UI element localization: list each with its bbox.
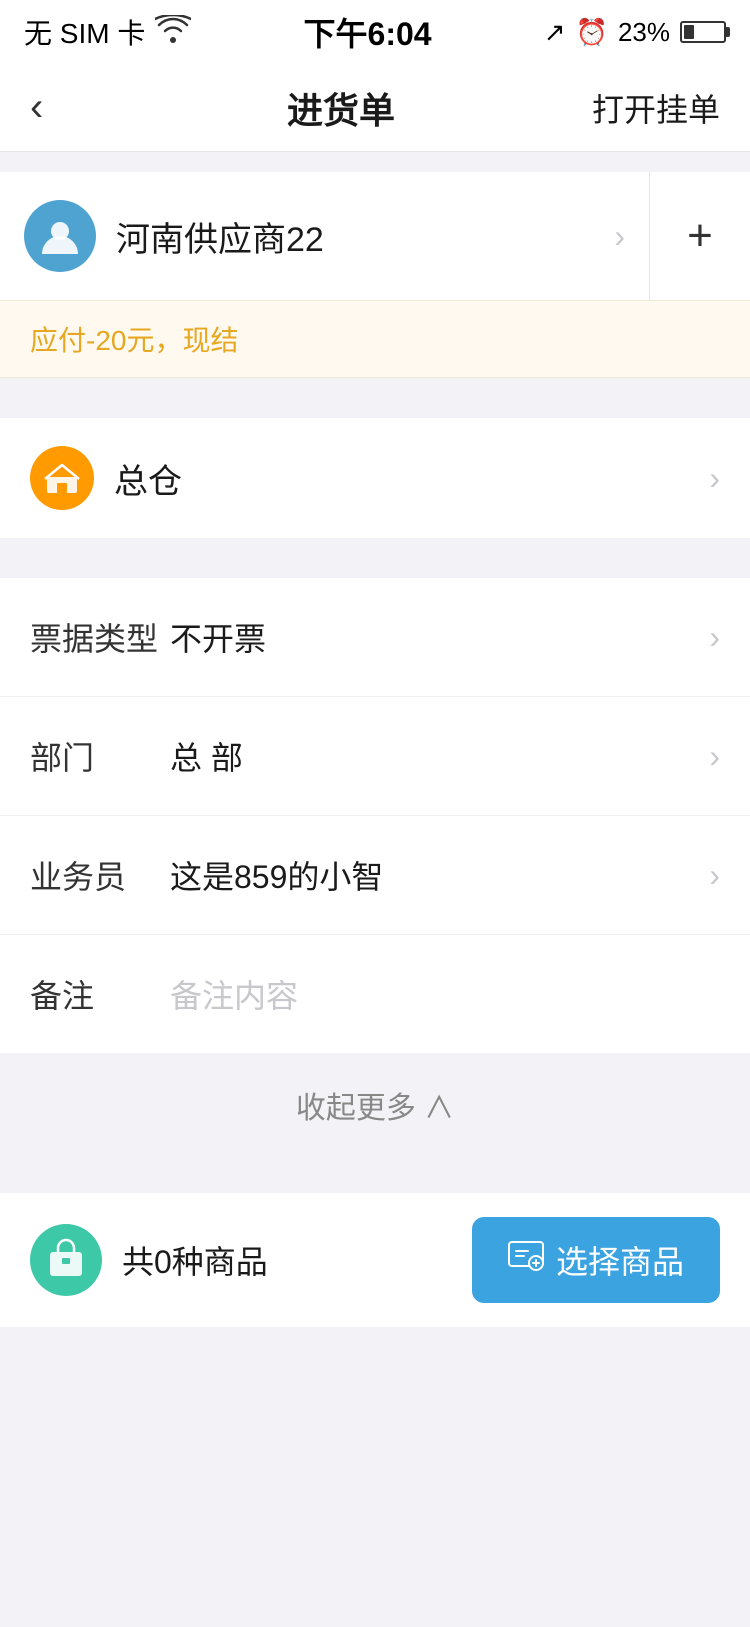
open-pending-button[interactable]: 打开挂单 [592, 85, 720, 131]
collapse-label: 收起更多 ∧ [296, 1092, 454, 1125]
add-supplier-button[interactable]: + [650, 172, 750, 300]
alarm-icon: ⏰ [576, 17, 608, 48]
page-title: 进货单 [287, 82, 395, 134]
salesperson-chevron-icon: › [709, 857, 720, 894]
warehouse-chevron-icon: › [709, 460, 720, 497]
status-right: ↗ ⏰ 23% [544, 17, 726, 48]
supplier-section: 河南供应商22 › + [0, 172, 750, 300]
collapse-bar[interactable]: 收起更多 ∧ [0, 1057, 750, 1153]
invoice-type-value: 不开票 [160, 614, 699, 660]
carrier-text: 无 SIM 卡 [24, 12, 145, 52]
section-gap-3 [0, 538, 750, 558]
product-count: 共0种商品 [122, 1237, 472, 1283]
status-bar: 无 SIM 卡 下午6:04 ↗ ⏰ 23% [0, 0, 750, 64]
salesperson-row[interactable]: 业务员 这是859的小智 › [0, 816, 750, 935]
nav-bar: ‹ 进货单 打开挂单 [0, 64, 750, 152]
wifi-icon [155, 15, 191, 50]
notice-bar: 应付-20元，现结 [0, 300, 750, 378]
status-carrier: 无 SIM 卡 [24, 12, 191, 52]
warehouse-icon [30, 446, 94, 510]
salesperson-value: 这是859的小智 [160, 852, 699, 898]
gray-area [0, 1327, 750, 1627]
notice-text: 应付-20元，现结 [30, 325, 238, 356]
select-product-button[interactable]: 选择商品 [472, 1217, 720, 1303]
status-time: 下午6:04 [304, 9, 432, 55]
form-section: 票据类型 不开票 › 部门 总 部 › 业务员 这是859的小智 › 备注 备注… [0, 578, 750, 1053]
supplier-selector[interactable]: 河南供应商22 › [0, 172, 650, 300]
select-product-label: 选择商品 [556, 1237, 684, 1283]
bottom-bar: 共0种商品 选择商品 [0, 1193, 750, 1327]
remark-label: 备注 [30, 971, 160, 1017]
section-gap-2 [0, 378, 750, 398]
invoice-type-row[interactable]: 票据类型 不开票 › [0, 578, 750, 697]
battery-icon [680, 21, 726, 43]
remark-row[interactable]: 备注 备注内容 [0, 935, 750, 1053]
department-label: 部门 [30, 733, 160, 779]
warehouse-name: 总仓 [114, 454, 699, 503]
department-value: 总 部 [160, 733, 699, 779]
battery-percent: 23% [618, 17, 670, 48]
section-gap-4 [0, 1153, 750, 1173]
invoice-type-chevron-icon: › [709, 619, 720, 656]
location-icon: ↗ [544, 17, 566, 48]
supplier-name: 河南供应商22 [116, 212, 604, 261]
supplier-avatar [24, 200, 96, 272]
department-chevron-icon: › [709, 738, 720, 775]
supplier-chevron-icon: › [614, 218, 625, 255]
section-gap-1 [0, 152, 750, 172]
select-product-icon [508, 1241, 544, 1279]
salesperson-label: 业务员 [30, 852, 160, 898]
back-button[interactable]: ‹ [30, 85, 90, 130]
product-icon [30, 1224, 102, 1296]
warehouse-section[interactable]: 总仓 › [0, 418, 750, 538]
remark-input[interactable]: 备注内容 [160, 971, 720, 1017]
department-row[interactable]: 部门 总 部 › [0, 697, 750, 816]
invoice-type-label: 票据类型 [30, 614, 160, 660]
